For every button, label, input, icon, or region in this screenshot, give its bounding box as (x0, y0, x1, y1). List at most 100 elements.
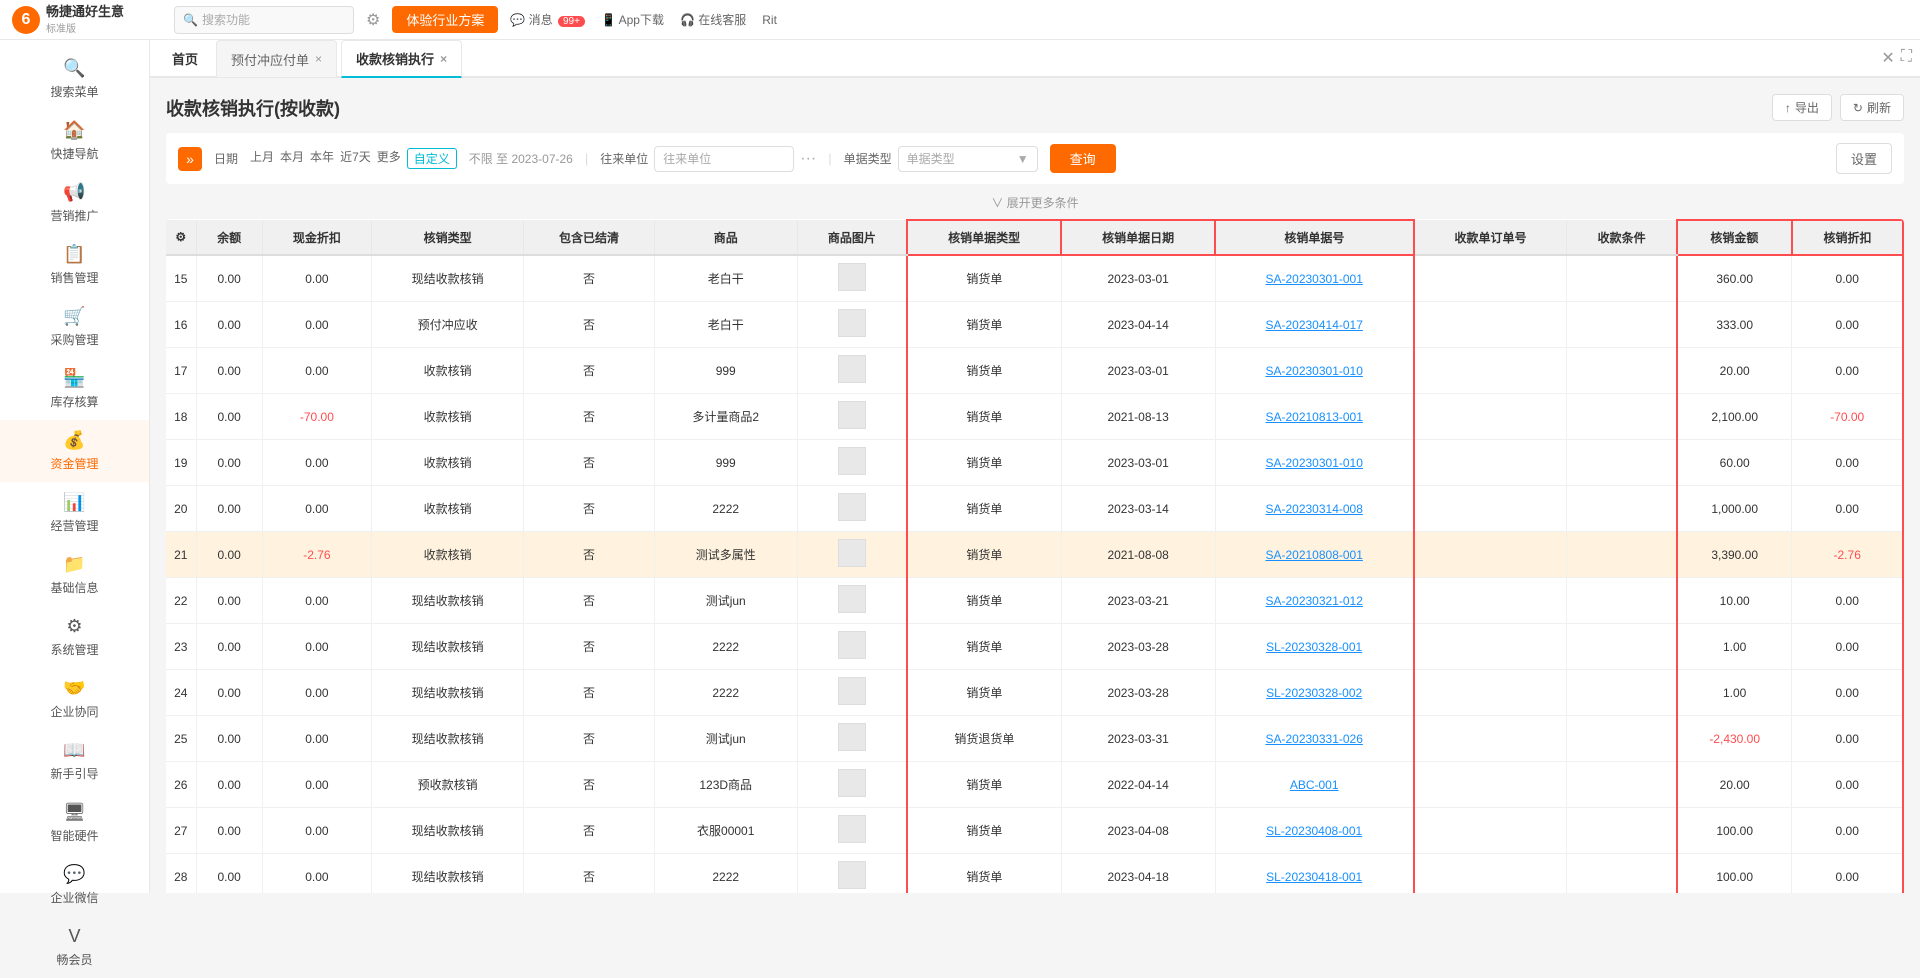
sidebar-item-quick-nav[interactable]: 🏠 快捷导航 (0, 110, 149, 172)
amount-cell: 20.00 (1677, 762, 1792, 808)
doc-no-cell[interactable]: SL-20230328-001 (1215, 624, 1414, 670)
doc-no-link[interactable]: SA-20230414-017 (1265, 318, 1362, 332)
tab-collection-close[interactable]: × (440, 52, 447, 66)
tab-home[interactable]: 首页 (158, 40, 212, 78)
sidebar-label: 销售管理 (50, 269, 98, 286)
row-num: 22 (166, 578, 196, 624)
unit-input[interactable]: 往来单位 (654, 146, 794, 172)
doc-no-cell[interactable]: SA-20230414-017 (1215, 302, 1414, 348)
tab-collection[interactable]: 收款核销执行 × (341, 40, 462, 78)
th-doc-date: 核销单据日期 (1061, 220, 1215, 255)
basic-info-icon: 📁 (63, 554, 85, 575)
sidebar-item-wechat[interactable]: 💬 企业微信 (0, 854, 149, 916)
sidebar-item-operation[interactable]: 📊 经营管理 (0, 482, 149, 544)
goods-cell: 老白干 (654, 302, 797, 348)
doc-no-link[interactable]: SA-20230321-012 (1265, 594, 1362, 608)
sidebar-item-inventory[interactable]: 🏪 库存核算 (0, 358, 149, 420)
sidebar-item-sales[interactable]: 📋 销售管理 (0, 234, 149, 296)
date-link-last-month[interactable]: 上月 (250, 148, 274, 169)
tab-prepay[interactable]: 预付冲应付单 × (216, 40, 337, 78)
refresh-button[interactable]: ↻ 刷新 (1840, 94, 1904, 121)
tab-maximize-icon[interactable]: ⛶ (1901, 48, 1912, 68)
condition-cell (1567, 716, 1677, 762)
tab-close-icon[interactable]: ✕ (1881, 48, 1894, 68)
settings-button[interactable]: 设置 (1836, 143, 1892, 174)
member-icon: V (68, 926, 80, 947)
doc-no-link[interactable]: ABC-001 (1290, 778, 1339, 792)
unit-label: 往来单位 (600, 150, 648, 167)
doc-no-cell[interactable]: SL-20230328-002 (1215, 670, 1414, 716)
include-cleared-cell: 否 (524, 440, 655, 486)
unit-more-icon[interactable]: ··· (800, 150, 816, 168)
th-discount: 核销折扣 (1792, 220, 1903, 255)
doc-no-cell[interactable]: SA-20230301-010 (1215, 440, 1414, 486)
sidebar-item-member[interactable]: V 畅会员 (0, 916, 149, 978)
doc-no-link[interactable]: SL-20230328-001 (1266, 640, 1362, 654)
online-service[interactable]: 🎧 在线客服 (680, 11, 746, 28)
doc-no-link[interactable]: SA-20230301-001 (1265, 272, 1362, 286)
doc-date-cell: 2023-03-01 (1061, 348, 1215, 394)
date-link-this-year[interactable]: 本年 (310, 148, 334, 169)
doc-no-link[interactable]: SL-20230408-001 (1266, 824, 1362, 838)
date-custom-btn[interactable]: 自定义 (407, 148, 457, 169)
doc-no-cell[interactable]: SA-20230314-008 (1215, 486, 1414, 532)
doc-no-cell[interactable]: SA-20210808-001 (1215, 532, 1414, 578)
doc-no-cell[interactable]: SA-20210813-001 (1215, 394, 1414, 440)
expand-more[interactable]: ∨ 展开更多条件 (166, 194, 1904, 211)
message-icon-group[interactable]: 💬 消息 99+ (510, 11, 585, 28)
sidebar-item-purchase[interactable]: 🛒 采购管理 (0, 296, 149, 358)
sidebar-item-basic-info[interactable]: 📁 基础信息 (0, 544, 149, 606)
doc-no-link[interactable]: SL-20230418-001 (1266, 870, 1362, 884)
doc-date-cell: 2021-08-13 (1061, 394, 1215, 440)
doc-no-link[interactable]: SA-20210813-001 (1265, 410, 1362, 424)
doc-no-link[interactable]: SL-20230328-002 (1266, 686, 1362, 700)
sidebar-item-enterprise[interactable]: 🤝 企业协同 (0, 668, 149, 730)
date-link-7days[interactable]: 近7天 (340, 148, 371, 169)
doc-no-cell[interactable]: SA-20230301-001 (1215, 255, 1414, 302)
writeoff-type-cell: 现结收款核销 (372, 578, 524, 624)
doc-no-cell[interactable]: SA-20230301-010 (1215, 348, 1414, 394)
sidebar-item-marketing[interactable]: 📢 营销推广 (0, 172, 149, 234)
export-button[interactable]: ↑ 导出 (1772, 94, 1832, 121)
user-label[interactable]: Rit (762, 13, 777, 27)
app-download[interactable]: 📱 App下载 (601, 11, 664, 28)
sidebar-item-search-menu[interactable]: 🔍 搜索菜单 (0, 48, 149, 110)
writeoff-type-cell: 现结收款核销 (372, 716, 524, 762)
sidebar-item-smart-hw[interactable]: 🖥 智能硬件 (0, 792, 149, 854)
doc-no-link[interactable]: SA-20210808-001 (1265, 548, 1362, 562)
doc-no-cell[interactable]: ABC-001 (1215, 762, 1414, 808)
condition-cell (1567, 854, 1677, 894)
doc-date-cell: 2023-03-01 (1061, 440, 1215, 486)
condition-cell (1567, 578, 1677, 624)
doc-no-link[interactable]: SA-20230314-008 (1265, 502, 1362, 516)
doc-no-cell[interactable]: SA-20230331-026 (1215, 716, 1414, 762)
goods-cell: 测试多属性 (654, 532, 797, 578)
sidebar-item-newbie[interactable]: 📖 新手引导 (0, 730, 149, 792)
doc-no-cell[interactable]: SL-20230418-001 (1215, 854, 1414, 894)
query-button[interactable]: 查询 (1050, 144, 1116, 173)
date-link-more[interactable]: 更多 (377, 148, 401, 169)
gear-icon[interactable]: ⚙ (366, 10, 380, 30)
separator1: | (585, 151, 588, 166)
collect-no-cell (1414, 624, 1567, 670)
filter-toggle[interactable]: » (178, 147, 202, 171)
doc-no-cell[interactable]: SL-20230408-001 (1215, 808, 1414, 854)
doc-no-link[interactable]: SA-20230301-010 (1265, 364, 1362, 378)
sidebar-item-system[interactable]: ⚙ 系统管理 (0, 606, 149, 668)
type-select[interactable]: 单据类型 ▼ (898, 146, 1038, 172)
table-row: 19 0.00 0.00 收款核销 否 999 销货单 2023-03-01 S… (166, 440, 1903, 486)
sidebar-item-capital[interactable]: 💰 资金管理 (0, 420, 149, 482)
discount-cell: 0.00 (1792, 486, 1903, 532)
doc-no-link[interactable]: SA-20230301-010 (1265, 456, 1362, 470)
tab-prepay-close[interactable]: × (315, 52, 322, 66)
writeoff-type-cell: 收款核销 (372, 532, 524, 578)
type-label: 单据类型 (844, 150, 892, 167)
industry-btn[interactable]: 体验行业方案 (392, 6, 498, 33)
doc-no-cell[interactable]: SA-20230321-012 (1215, 578, 1414, 624)
doc-type-cell: 销货单 (907, 854, 1061, 894)
doc-no-link[interactable]: SA-20230331-026 (1265, 732, 1362, 746)
th-doc-type: 核销单据类型 (907, 220, 1061, 255)
top-search-bar[interactable]: 🔍 搜索功能 (174, 6, 354, 34)
th-condition: 收款条件 (1567, 220, 1677, 255)
date-link-this-month[interactable]: 本月 (280, 148, 304, 169)
